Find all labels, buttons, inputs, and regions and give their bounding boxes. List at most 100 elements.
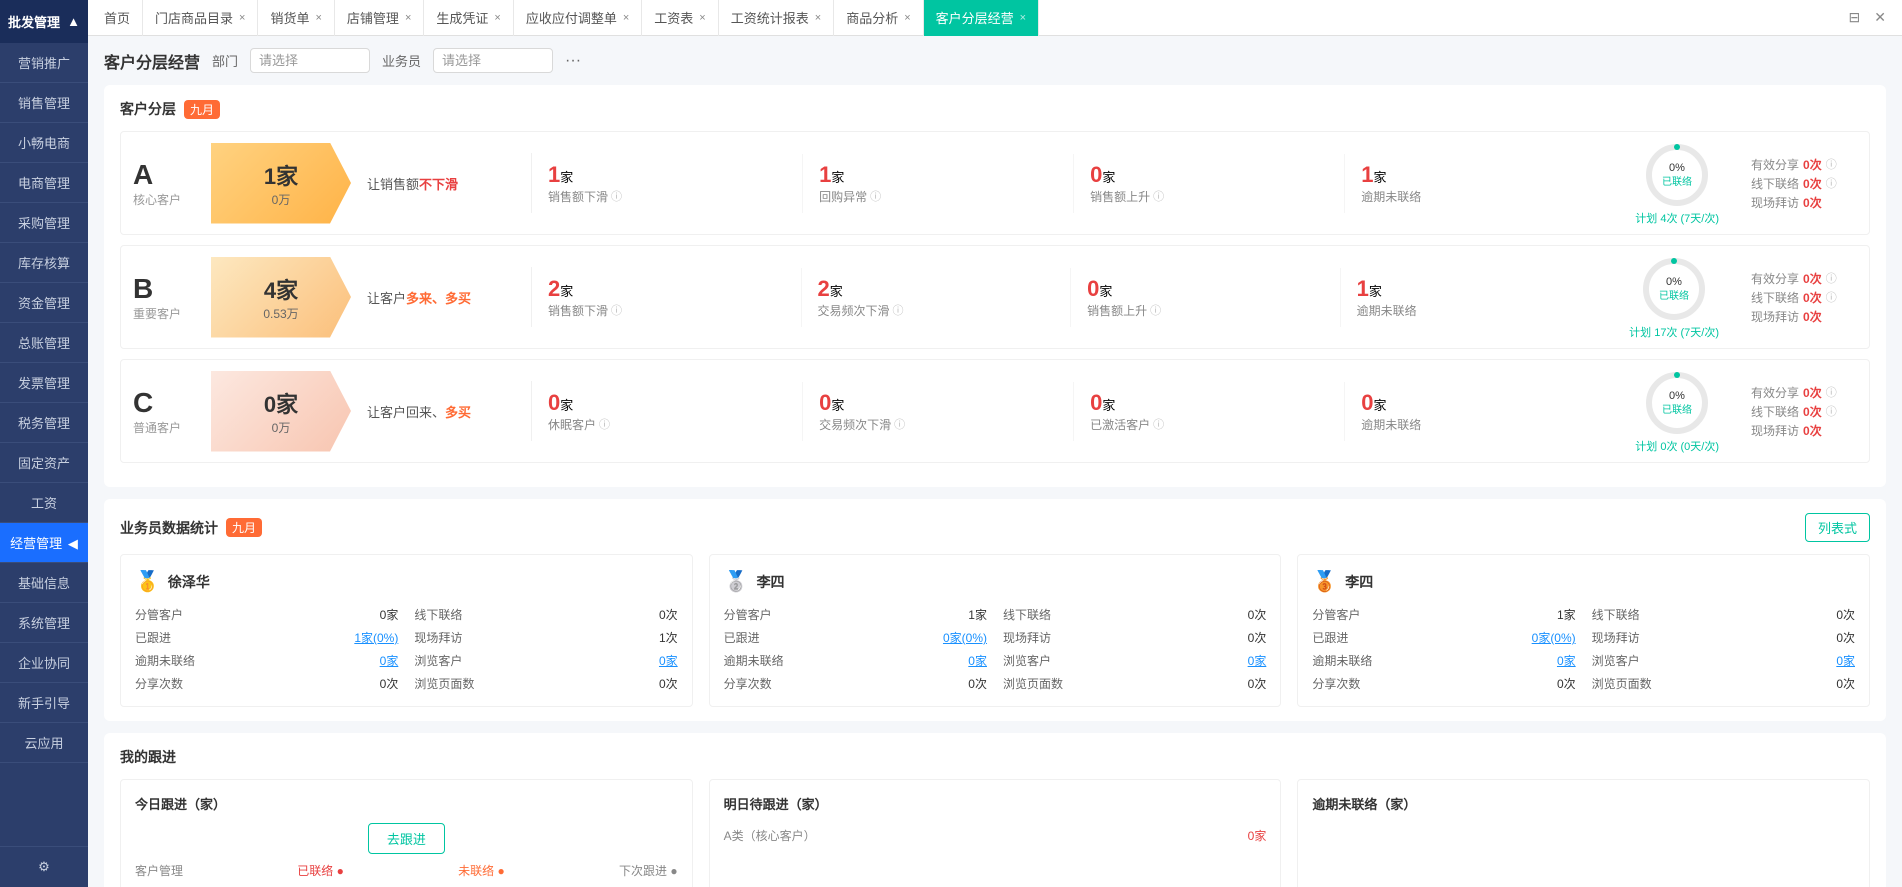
tier-a-circle: 0% 已联络 计划 4次 (7天/次): [1615, 132, 1739, 234]
followup-section-title: 我的跟进: [120, 747, 176, 767]
followup-grid: 今日跟进（家） 去跟进 客户管理 已联络 ● 未联络 ● 下次跟进 ● 明日待跟…: [120, 779, 1870, 887]
tab-payroll-report[interactable]: 工资统计报表 ×: [719, 0, 834, 36]
sidebar-item-ledger[interactable]: 总账管理: [0, 323, 88, 363]
salesman-medal-2: 🥉: [1312, 569, 1337, 594]
sidebar-item-label: 工资: [31, 496, 57, 511]
tab-close-all-button[interactable]: ✕: [1870, 7, 1890, 28]
page-title: 客户分层经营: [104, 49, 200, 73]
dept-filter-select[interactable]: 请选择: [250, 48, 370, 73]
salesman-section-title: 业务员数据统计: [120, 518, 218, 538]
sidebar-item-cloud[interactable]: 云应用: [0, 723, 88, 763]
sidebar-item-invoice[interactable]: 发票管理: [0, 363, 88, 403]
salesman-section-action: 列表式: [1805, 513, 1870, 542]
followup-card-today: 今日跟进（家） 去跟进 客户管理 已联络 ● 未联络 ● 下次跟进 ●: [120, 779, 693, 887]
salesman-stats-2: 分管客户 1家 线下联络 0次 已跟进 0家(0%) 现场拜访: [1312, 606, 1855, 692]
tab-payroll-table[interactable]: 工资表 ×: [642, 0, 718, 36]
page-header: 客户分层经营 部门 请选择 业务员 请选择 ···: [104, 48, 1886, 73]
tab-bar: 首页 门店商品目录 × 销货单 × 店铺管理 × 生成凭证 × 应收应付调整单 …: [88, 0, 1902, 36]
salesman-stats-0: 分管客户 0家 线下联络 0次 已跟进 1家(0%) 现场拜访: [135, 606, 678, 692]
sidebar-item-guide[interactable]: 新手引导: [0, 683, 88, 723]
tier-c-count: 0家 0万: [211, 371, 351, 452]
goto-followup-button[interactable]: 去跟进: [368, 823, 445, 854]
page-content: 客户分层经营 部门 请选择 业务员 请选择 ··· 客户分层 九月: [88, 36, 1902, 887]
tier-b-plan[interactable]: 计划 17次 (7天/次): [1629, 324, 1719, 340]
sidebar-item-label: 基础信息: [18, 576, 70, 591]
tab-close-icon[interactable]: ×: [904, 12, 910, 24]
salesman-stat-item: 浏览页面数 0次: [1592, 675, 1855, 692]
salesman-stat-item: 现场拜访 0次: [1592, 629, 1855, 646]
tab-voucher[interactable]: 生成凭证 ×: [424, 0, 513, 36]
salesman-card-1: 🥈 李四 分管客户 1家 线下联络 0次 已跟进: [709, 554, 1282, 707]
tier-b-side-stats: 有效分享 0次 ⓘ 线下联络 0次 ⓘ 现场拜访 0次: [1739, 262, 1869, 333]
tab-close-icon[interactable]: ×: [623, 12, 629, 24]
followup-today-row-1: 客户管理 已联络 ● 未联络 ● 下次跟进 ●: [135, 862, 678, 879]
sidebar-item-ecommerce[interactable]: 电商管理: [0, 163, 88, 203]
sidebar-item-system[interactable]: 系统管理: [0, 603, 88, 643]
tier-a-stat-3: 0家 销售额上升 ⓘ: [1074, 154, 1345, 213]
salesman-name-0: 徐泽华: [168, 572, 210, 592]
tier-a-plan[interactable]: 计划 4次 (7天/次): [1635, 210, 1719, 226]
sidebar-item-collaboration[interactable]: 企业协同: [0, 643, 88, 683]
tab-store-products[interactable]: 门店商品目录 ×: [143, 0, 258, 36]
followup-tomorrow-rows: A类（核心客户） 0家: [724, 823, 1267, 848]
tier-b-suggestion: 让客户多来、多买: [351, 280, 531, 315]
tab-customer-tier[interactable]: 客户分层经营 ×: [924, 0, 1039, 36]
tab-prev-button[interactable]: ⊟: [1845, 7, 1865, 28]
salesman-card-2: 🥉 李四 分管客户 1家 线下联络 0次 已跟进: [1297, 554, 1870, 707]
tab-bar-actions: ⊟ ✕: [1845, 7, 1898, 28]
sidebar-item-fixed-assets[interactable]: 固定资产: [0, 443, 88, 483]
salesman-stat-item: 分享次数 0次: [135, 675, 398, 692]
tab-close-icon[interactable]: ×: [1020, 12, 1026, 24]
salesman-stat-item: 分管客户 1家: [1312, 606, 1575, 623]
salesman-stat-item: 分管客户 1家: [724, 606, 987, 623]
tier-c-plan[interactable]: 计划 0次 (0天/次): [1635, 438, 1719, 454]
list-view-button[interactable]: 列表式: [1805, 513, 1870, 542]
sidebar-item-payroll[interactable]: 工资: [0, 483, 88, 523]
tier-a-stat-2: 1家 回购异常 ⓘ: [803, 154, 1074, 213]
salesman-stat-item: 浏览页面数 0次: [414, 675, 677, 692]
sidebar-item-label: 企业协同: [18, 656, 70, 671]
tab-home[interactable]: 首页: [92, 0, 143, 36]
sidebar-item-label: 经营管理: [10, 536, 62, 551]
sidebar-collapse-icon[interactable]: ▲: [67, 14, 80, 29]
tab-close-icon[interactable]: ×: [815, 12, 821, 24]
tier-c-stat-3: 0家 已激活客户 ⓘ: [1074, 382, 1345, 441]
sidebar-item-finance[interactable]: 资金管理: [0, 283, 88, 323]
sidebar-item-purchase[interactable]: 采购管理: [0, 203, 88, 243]
salesman-card-0: 🥇 徐泽华 分管客户 0家 线下联络 0次 已跟进: [120, 554, 693, 707]
tier-a-count: 1家 0万: [211, 143, 351, 224]
tier-c-suggestion: 让客户回来、多买: [351, 394, 531, 429]
tab-close-icon[interactable]: ×: [494, 12, 500, 24]
tier-c-stat-4: 0家 逾期未联络: [1345, 382, 1615, 441]
sidebar-item-label: 固定资产: [18, 456, 70, 471]
tab-close-icon[interactable]: ×: [405, 12, 411, 24]
tier-row-b: B 重要客户 4家 0.53万 让客户多来、多买 2家 销售额下滑 ⓘ: [120, 245, 1870, 349]
sidebar-settings-button[interactable]: ⚙: [0, 846, 88, 887]
tab-ar-ap[interactable]: 应收应付调整单 ×: [514, 0, 642, 36]
svg-text:已联络: 已联络: [1662, 403, 1692, 416]
sidebar-item-management[interactable]: 经营管理 ◀: [0, 523, 88, 563]
sidebar-item-sales[interactable]: 销售管理: [0, 83, 88, 123]
tab-close-icon[interactable]: ×: [699, 12, 705, 24]
salesman-grid: 🥇 徐泽华 分管客户 0家 线下联络 0次 已跟进: [120, 554, 1870, 707]
tab-close-icon[interactable]: ×: [239, 12, 245, 24]
sidebar-item-marketing[interactable]: 营销推广: [0, 43, 88, 83]
sidebar-header[interactable]: 批发管理 ▲: [0, 0, 88, 43]
salesman-filter-select[interactable]: 请选择: [433, 48, 553, 73]
tab-sales-order[interactable]: 销货单 ×: [258, 0, 334, 36]
sidebar-item-tax[interactable]: 税务管理: [0, 403, 88, 443]
sidebar-item-label: 小畅电商: [18, 136, 70, 151]
tier-a-stat-1: 1家 销售额下滑 ⓘ: [532, 154, 803, 213]
sidebar-item-label: 资金管理: [18, 296, 70, 311]
salesman-medal-0: 🥇: [135, 569, 160, 594]
tab-close-icon[interactable]: ×: [315, 12, 321, 24]
sidebar-item-inventory[interactable]: 库存核算: [0, 243, 88, 283]
sidebar-item-label: 采购管理: [18, 216, 70, 231]
sidebar-item-basic-info[interactable]: 基础信息: [0, 563, 88, 603]
tab-product-analysis[interactable]: 商品分析 ×: [834, 0, 923, 36]
filter-more-icon[interactable]: ···: [565, 52, 581, 70]
sidebar-item-ecommerce-small[interactable]: 小畅电商: [0, 123, 88, 163]
svg-text:0%: 0%: [1669, 162, 1685, 174]
customer-tier-title: 客户分层: [120, 99, 176, 119]
tab-store-manage[interactable]: 店铺管理 ×: [335, 0, 424, 36]
